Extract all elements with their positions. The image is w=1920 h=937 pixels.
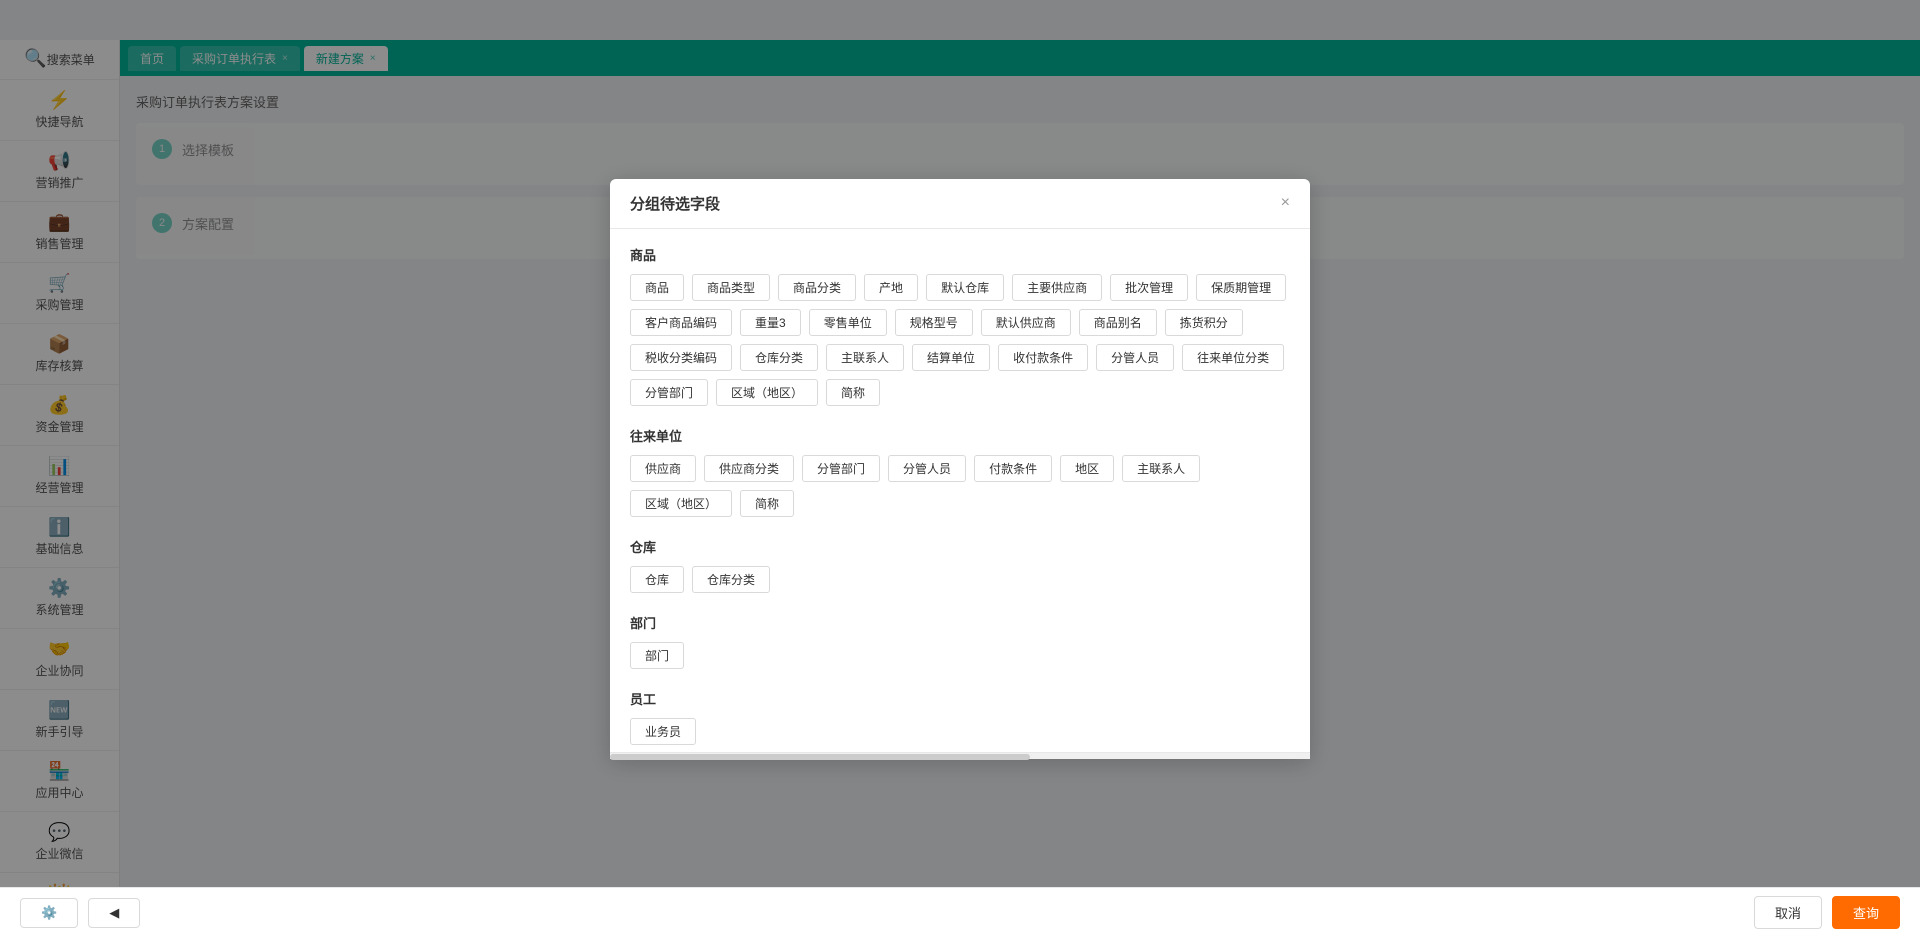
field-tag-supplier[interactable]: 供应商 — [630, 455, 696, 482]
field-tag-manager[interactable]: 分管人员 — [1096, 344, 1174, 371]
section-partner: 往来单位 供应商 供应商分类 分管部门 分管人员 付款条件 地区 主联系人 区域… — [630, 426, 1290, 517]
section-employee: 员工 业务员 — [630, 689, 1290, 745]
settings-button[interactable]: ⚙️ — [20, 898, 78, 928]
field-tag-region[interactable]: 区域（地区） — [716, 379, 818, 406]
field-tag-partner-dept[interactable]: 分管部门 — [802, 455, 880, 482]
field-tag-warehouse-category[interactable]: 仓库分类 — [740, 344, 818, 371]
field-tag-settlement-unit[interactable]: 结算单位 — [912, 344, 990, 371]
field-tag-partner-manager[interactable]: 分管人员 — [888, 455, 966, 482]
field-tag-short-name[interactable]: 简称 — [826, 379, 880, 406]
field-tag-origin[interactable]: 产地 — [864, 274, 918, 301]
section-department: 部门 部门 — [630, 613, 1290, 669]
field-tag-expiry-mgmt[interactable]: 保质期管理 — [1196, 274, 1286, 301]
field-tag-payment-terms[interactable]: 收付款条件 — [998, 344, 1088, 371]
section-employee-title: 员工 — [630, 689, 1290, 708]
field-tag-biz-unit-category[interactable]: 往来单位分类 — [1182, 344, 1284, 371]
cancel-button[interactable]: 取消 — [1754, 896, 1822, 929]
field-tag-department[interactable]: 部门 — [630, 642, 684, 669]
field-tag-supplier-category[interactable]: 供应商分类 — [704, 455, 794, 482]
field-tag-main-supplier[interactable]: 主要供应商 — [1012, 274, 1102, 301]
field-tag-salesperson[interactable]: 业务员 — [630, 718, 696, 745]
bottom-toolbar: ⚙️ ◀ 取消 查询 — [0, 887, 1920, 937]
section-partner-title: 往来单位 — [630, 426, 1290, 445]
modal-close-button[interactable]: × — [1281, 194, 1290, 212]
section-department-tags: 部门 — [630, 642, 1290, 669]
field-tag-warehouse-cat[interactable]: 仓库分类 — [692, 566, 770, 593]
modal-hscroll-thumb — [610, 754, 1030, 760]
section-warehouse: 仓库 仓库 仓库分类 — [630, 537, 1290, 593]
section-employee-tags: 业务员 — [630, 718, 1290, 745]
modal-horizontal-scrollbar[interactable] — [610, 752, 1310, 759]
field-tag-dept[interactable]: 分管部门 — [630, 379, 708, 406]
modal-body[interactable]: 商品 商品 商品类型 商品分类 产地 默认仓库 主要供应商 批次管理 保质期管理… — [610, 229, 1310, 752]
bottom-left-actions: ⚙️ ◀ — [20, 898, 140, 928]
field-tag-spec-model[interactable]: 规格型号 — [895, 309, 973, 336]
section-goods-tags: 商品 商品类型 商品分类 产地 默认仓库 主要供应商 批次管理 保质期管理 客户… — [630, 274, 1290, 406]
field-tag-warehouse[interactable]: 仓库 — [630, 566, 684, 593]
modal-header: 分组待选字段 × — [610, 179, 1310, 229]
bottom-right-actions: 取消 查询 — [1754, 896, 1900, 929]
section-warehouse-title: 仓库 — [630, 537, 1290, 556]
field-tag-default-warehouse[interactable]: 默认仓库 — [926, 274, 1004, 301]
field-tag-partner-region[interactable]: 区域（地区） — [630, 490, 732, 517]
field-tag-default-supplier[interactable]: 默认供应商 — [981, 309, 1071, 336]
field-tag-goods-category[interactable]: 商品分类 — [778, 274, 856, 301]
field-tag-retail-unit[interactable]: 零售单位 — [809, 309, 887, 336]
section-partner-tags: 供应商 供应商分类 分管部门 分管人员 付款条件 地区 主联系人 区域（地区） … — [630, 455, 1290, 517]
section-warehouse-tags: 仓库 仓库分类 — [630, 566, 1290, 593]
field-tag-cust-goods-code[interactable]: 客户商品编码 — [630, 309, 732, 336]
field-tag-main-contact[interactable]: 主联系人 — [826, 344, 904, 371]
section-department-title: 部门 — [630, 613, 1290, 632]
field-tag-tax-code[interactable]: 税收分类编码 — [630, 344, 732, 371]
field-tag-goods[interactable]: 商品 — [630, 274, 684, 301]
field-tag-weight3[interactable]: 重量3 — [740, 309, 801, 336]
field-tag-goods-alias[interactable]: 商品别名 — [1079, 309, 1157, 336]
field-tag-pick-points[interactable]: 拣货积分 — [1165, 309, 1243, 336]
field-tag-partner-contact[interactable]: 主联系人 — [1122, 455, 1200, 482]
modal-title: 分组待选字段 — [630, 193, 720, 214]
section-goods-title: 商品 — [630, 245, 1290, 264]
modal-overlay: 分组待选字段 × 商品 商品 商品类型 商品分类 产地 默认仓库 主要供应商 批… — [0, 0, 1920, 937]
field-tag-area[interactable]: 地区 — [1060, 455, 1114, 482]
field-tag-pay-terms[interactable]: 付款条件 — [974, 455, 1052, 482]
collapse-button[interactable]: ◀ — [88, 898, 140, 928]
field-tag-batch-mgmt[interactable]: 批次管理 — [1110, 274, 1188, 301]
field-tag-partner-short[interactable]: 简称 — [740, 490, 794, 517]
section-goods: 商品 商品 商品类型 商品分类 产地 默认仓库 主要供应商 批次管理 保质期管理… — [630, 245, 1290, 406]
modal-dialog: 分组待选字段 × 商品 商品 商品类型 商品分类 产地 默认仓库 主要供应商 批… — [610, 179, 1310, 759]
confirm-button[interactable]: 查询 — [1832, 896, 1900, 929]
field-tag-goods-type[interactable]: 商品类型 — [692, 274, 770, 301]
